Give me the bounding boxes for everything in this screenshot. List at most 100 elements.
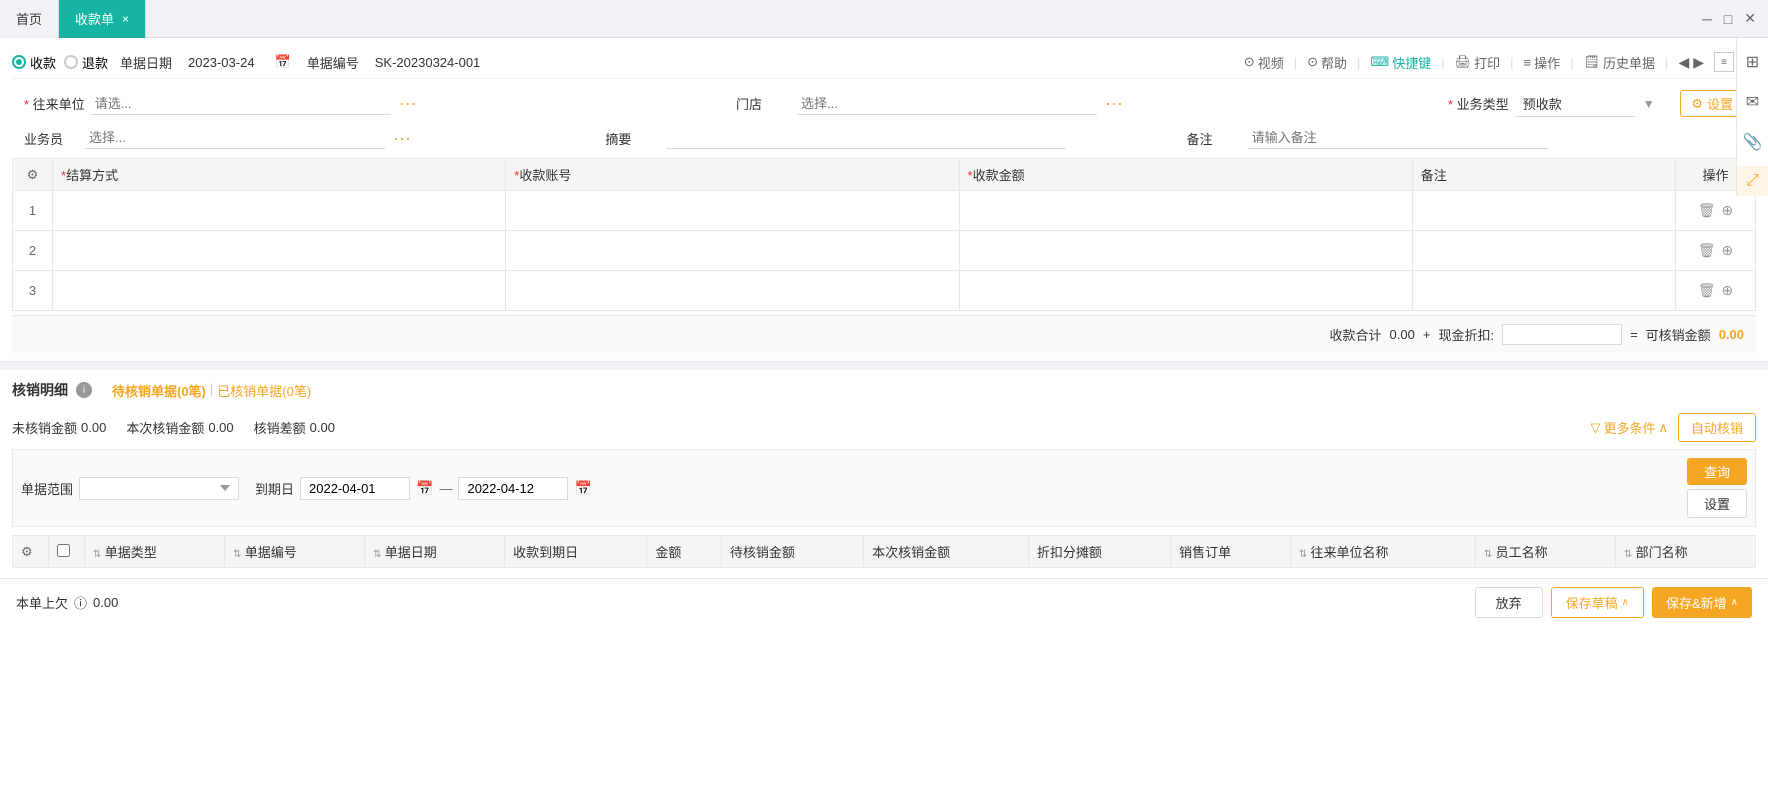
equals-sign: = (1630, 327, 1638, 342)
summary-input[interactable] (666, 127, 1066, 149)
table-settings-icon[interactable]: ⚙ (27, 167, 39, 182)
settlement-cell-2[interactable] (53, 231, 506, 271)
tab-receipt-close[interactable]: × (122, 12, 129, 26)
due-date-from[interactable] (300, 477, 410, 500)
note-cell-3[interactable] (1412, 271, 1675, 311)
staff-input[interactable] (85, 127, 385, 149)
minimize-button[interactable]: ─ (1702, 11, 1712, 27)
operations-label: 操作 (1534, 53, 1560, 72)
copy-row-3-icon[interactable]: ⊕ (1722, 282, 1734, 299)
stats-row: 未核销金额 0.00 本次核销金额 0.00 核销差额 0.00 (12, 410, 335, 445)
query-button[interactable]: 查询 (1687, 458, 1747, 485)
history-label: 历史单据 (1603, 53, 1655, 72)
actions-cell-1: 🗑 ⊕ (1676, 191, 1756, 231)
done-tab[interactable]: 已核销单据(0笔) (217, 381, 311, 400)
mail-sidebar-icon[interactable]: ✉ (1746, 86, 1759, 118)
refund-radio-dot (64, 55, 78, 69)
summary-label: 摘要 (605, 129, 660, 148)
remarks-input[interactable] (1248, 127, 1548, 149)
table-sidebar-icon[interactable]: ⊞ (1746, 46, 1759, 78)
receipt-table-wrapper: ⚙ *结算方式 *收款账号 *收款金额 备注 (12, 158, 1756, 311)
note-cell-1[interactable] (1412, 191, 1675, 231)
top-form-rows: 往来单位 ··· 门店 ··· 业务类型 预收款 ▼ (12, 85, 1756, 154)
save-draft-button[interactable]: 保存草稿 ∧ (1551, 587, 1644, 618)
filter-settings-button[interactable]: 设置 (1687, 489, 1747, 518)
save-new-button[interactable]: 保存&新增 ∧ (1652, 587, 1752, 618)
help-btn[interactable]: ⊙ 帮助 (1307, 53, 1347, 72)
amount-cell-3[interactable] (959, 271, 1412, 311)
delete-row-1-icon[interactable]: 🗑 (1698, 202, 1716, 219)
range-select[interactable] (79, 477, 239, 500)
history-btn[interactable]: 🗒 历史单据 (1584, 53, 1656, 72)
counterpart-input[interactable] (91, 93, 391, 115)
video-btn[interactable]: ⊙ 视频 (1244, 53, 1284, 72)
prev-nav-btn[interactable]: ◀ (1678, 54, 1689, 71)
delete-row-3-icon[interactable]: 🗑 (1698, 282, 1716, 299)
total-label: 收款合计 (1330, 325, 1382, 344)
note-cell-2[interactable] (1412, 231, 1675, 271)
account-cell-1[interactable] (506, 191, 959, 231)
biz-type-value: 预收款 (1515, 91, 1635, 117)
settings-button[interactable]: ⚙ 设置 (1680, 90, 1744, 117)
help-icon: ⊙ (1307, 54, 1318, 70)
clip-sidebar-icon[interactable]: 📎 (1743, 126, 1763, 158)
store-more-btn[interactable]: ··· (1105, 93, 1123, 114)
date-calendar-icon[interactable]: 📅 (275, 54, 291, 70)
next-nav-btn[interactable]: ▶ (1693, 54, 1704, 71)
receipt-radio[interactable]: 收款 (12, 53, 56, 72)
amount-cell-1[interactable] (959, 191, 1412, 231)
delete-row-2-icon[interactable]: 🗑 (1698, 242, 1716, 259)
counterpart-more-btn[interactable]: ··· (399, 93, 417, 114)
tab-home[interactable]: 首页 (0, 0, 59, 38)
copy-row-1-icon[interactable]: ⊕ (1722, 202, 1734, 219)
pending-tab[interactable]: 待核销单据(0笔) (112, 381, 206, 400)
expand-sidebar-icon[interactable]: ⤢ (1737, 166, 1768, 196)
diff-value: 0.00 (310, 420, 335, 435)
to-calendar-icon[interactable]: 📅 (574, 480, 591, 497)
print-btn[interactable]: 🖨 打印 (1455, 53, 1501, 72)
operations-btn[interactable]: ≡ 操作 (1524, 53, 1561, 72)
save-draft-chevron: ∧ (1622, 597, 1629, 608)
col-current-verify: 本次核销金额 (864, 536, 1029, 568)
doc-label: 单据编号 (307, 53, 359, 72)
form-row-1: 往来单位 ··· 门店 ··· 业务类型 预收款 ▼ (24, 85, 1744, 122)
tab-receipt[interactable]: 收款单 × (59, 0, 146, 38)
account-cell-3[interactable] (506, 271, 959, 311)
amount-cell-2[interactable] (959, 231, 1412, 271)
biz-type-label: 业务类型 (1448, 94, 1509, 113)
plus-sign: + (1423, 327, 1431, 342)
save-draft-label: 保存草稿 (1566, 593, 1618, 612)
due-date-to[interactable] (458, 477, 568, 500)
more-conditions-btn[interactable]: ▽ 更多条件 ∧ (1590, 418, 1668, 437)
close-button[interactable]: ✕ (1744, 10, 1756, 27)
form-row-2: 业务员 ··· 摘要 备注 (24, 122, 1744, 154)
discard-button[interactable]: 放弃 (1475, 587, 1543, 618)
account-cell-2[interactable] (506, 231, 959, 271)
list-view-btn[interactable]: ≡ (1714, 52, 1734, 72)
due-label: 到期日 (255, 479, 294, 498)
staff-more-btn[interactable]: ··· (393, 128, 411, 149)
store-input[interactable] (797, 93, 1097, 115)
col-header-account: *收款账号 (506, 159, 959, 191)
settlement-cell-1[interactable] (53, 191, 506, 231)
copy-row-2-icon[interactable]: ⊕ (1722, 242, 1734, 259)
biz-type-dropdown-icon[interactable]: ▼ (1643, 97, 1655, 111)
video-icon: ⊙ (1244, 54, 1255, 70)
tab-home-label: 首页 (16, 9, 42, 28)
maximize-button[interactable]: □ (1724, 11, 1732, 27)
select-all-checkbox[interactable] (57, 544, 70, 557)
from-calendar-icon[interactable]: 📅 (416, 480, 433, 497)
table-row: 2 🗑 ⊕ (13, 231, 1756, 271)
detail-table-settings-icon[interactable]: ⚙ (21, 544, 33, 559)
shortcut-btn[interactable]: ⌨ 快捷键 (1370, 53, 1431, 72)
auto-verify-button[interactable]: 自动核销 (1678, 413, 1756, 442)
prev-value: 0.00 (93, 595, 118, 610)
settings-area: ⚙ 设置 (1680, 90, 1744, 117)
discount-input[interactable] (1502, 324, 1622, 345)
refund-radio[interactable]: 退款 (64, 53, 108, 72)
col-header-settlement: *结算方式 (53, 159, 506, 191)
table-row: 1 🗑 ⊕ (13, 191, 1756, 231)
verification-info-icon[interactable]: i (76, 382, 92, 398)
settlement-cell-3[interactable] (53, 271, 506, 311)
col-counterpart: ⇅ 往来单位名称 (1290, 536, 1475, 568)
